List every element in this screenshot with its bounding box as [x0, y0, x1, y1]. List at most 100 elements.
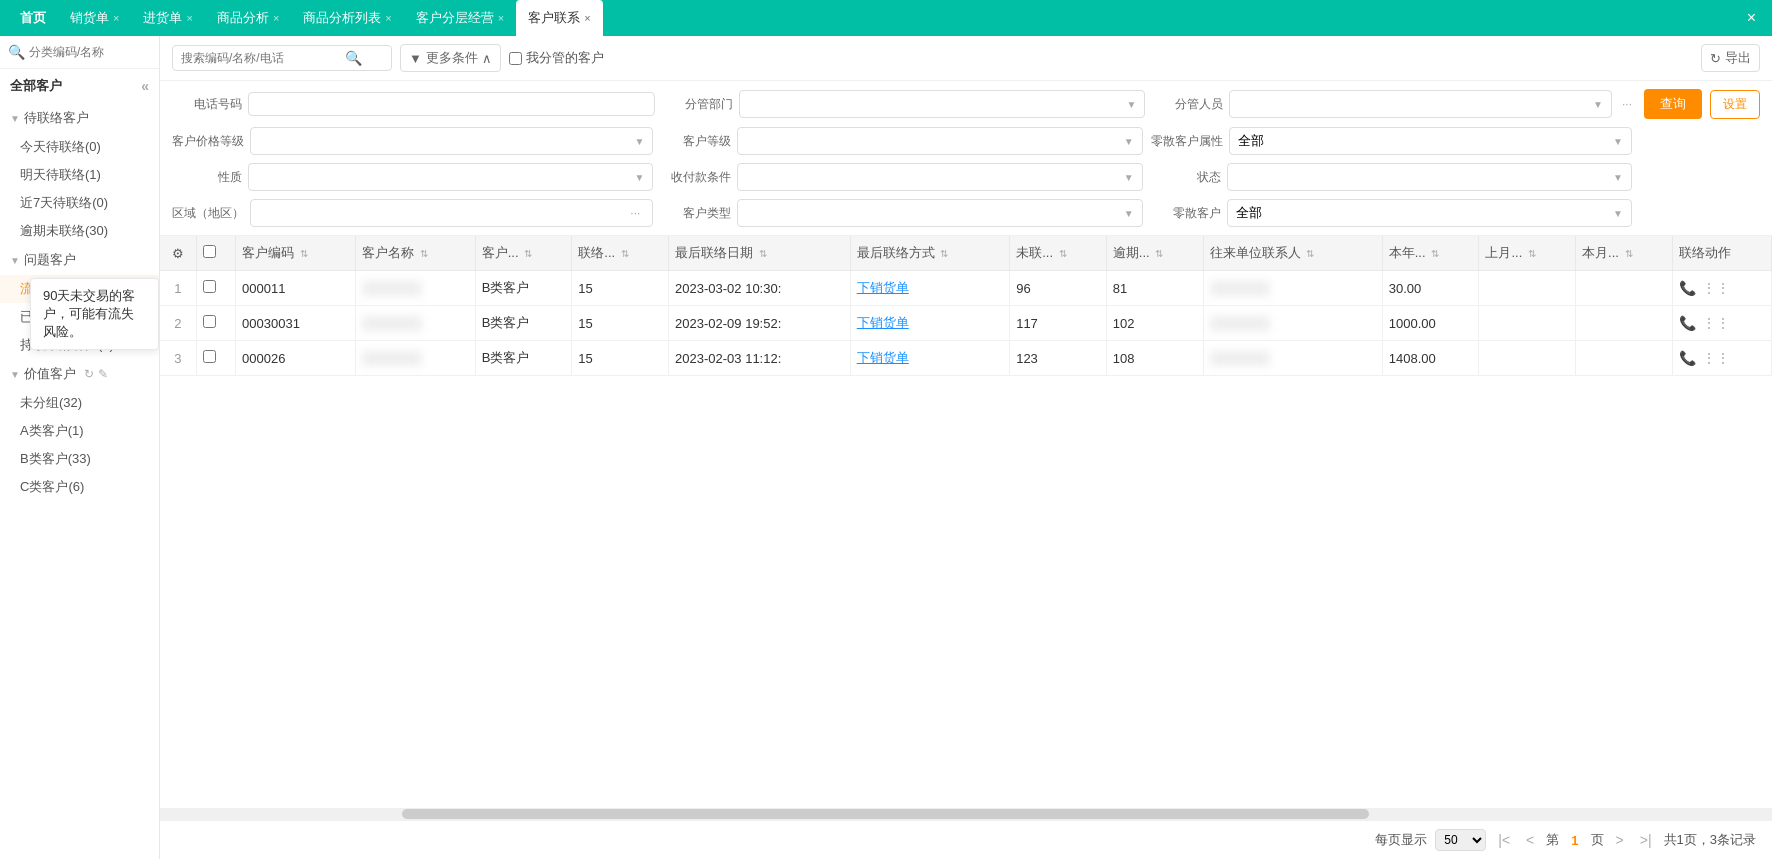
tab-purchase-order[interactable]: 进货单 ×	[131, 0, 204, 36]
col-this-month-sort[interactable]: ⇅	[1625, 248, 1633, 259]
sidebar-collapse-btn[interactable]: «	[141, 78, 149, 94]
filter-phone-input[interactable]	[248, 92, 655, 116]
sidebar-item-today-contact[interactable]: 今天待联络(0)	[0, 133, 159, 161]
sidebar-item-ungroup[interactable]: 未分组(32)	[0, 389, 159, 417]
sidebar-item-c-class[interactable]: C类客户(6)	[0, 473, 159, 501]
tab-home[interactable]: 首页	[8, 0, 58, 36]
filter-retail-customer-select[interactable]: 全部 ▼	[1227, 199, 1632, 227]
per-page-select[interactable]: 50 100 200	[1435, 829, 1486, 851]
col-code-header[interactable]: 客户编码 ⇅	[236, 236, 356, 271]
select-all-checkbox[interactable]	[203, 245, 216, 258]
sidebar-item-overdue-contact[interactable]: 逾期未联络(30)	[0, 217, 159, 245]
sidebar-item-a-class[interactable]: A类客户(1)	[0, 417, 159, 445]
column-settings-btn[interactable]: ⚙	[160, 236, 196, 271]
col-last-method-sort[interactable]: ⇅	[940, 248, 948, 259]
query-button[interactable]: 查询	[1644, 89, 1702, 119]
col-year-sort[interactable]: ⇅	[1431, 248, 1439, 259]
first-page-btn[interactable]: |<	[1494, 832, 1514, 848]
action-contact-icon-2[interactable]: 📞	[1679, 350, 1696, 366]
tab-customer-tier-close[interactable]: ×	[498, 12, 504, 24]
filter-payment-select[interactable]: ▼	[737, 163, 1142, 191]
row-checkbox-2[interactable]	[203, 350, 216, 363]
action-contact-icon-1[interactable]: 📞	[1679, 315, 1696, 331]
col-last-date-sort[interactable]: ⇅	[759, 248, 767, 259]
filter-region-more[interactable]: ···	[626, 206, 644, 220]
col-code-sort[interactable]: ⇅	[300, 248, 308, 259]
tab-product-analysis-close[interactable]: ×	[273, 12, 279, 24]
col-last-date-header[interactable]: 最后联络日期 ⇅	[669, 236, 851, 271]
filter-manager-select[interactable]: ▼	[1229, 90, 1612, 118]
cell-checkbox-0[interactable]	[196, 271, 236, 306]
col-checkbox-header[interactable]	[196, 236, 236, 271]
col-contact-header[interactable]: 联络... ⇅	[572, 236, 669, 271]
col-last-method-header[interactable]: 最后联络方式 ⇅	[850, 236, 1009, 271]
col-last-month-sort[interactable]: ⇅	[1528, 248, 1536, 259]
tab-product-analysis-list[interactable]: 商品分析列表 ×	[291, 0, 403, 36]
tab-product-list-close[interactable]: ×	[385, 12, 391, 24]
my-customers-filter[interactable]: 我分管的客户	[509, 49, 604, 67]
filter-retail-attr-select[interactable]: 全部 ▼	[1229, 127, 1632, 155]
cell-checkbox-1[interactable]	[196, 306, 236, 341]
sidebar-all-customers-header[interactable]: 全部客户 «	[0, 69, 159, 103]
action-more-icon-1[interactable]: ⋮⋮	[1702, 315, 1730, 331]
refresh-icon[interactable]: ↻	[84, 367, 94, 381]
scrollbar-thumb[interactable]	[402, 809, 1369, 819]
sidebar-group-value-customers[interactable]: ▼ 价值客户 ↻ ✎	[0, 359, 159, 389]
col-this-month-header[interactable]: 本月... ⇅	[1576, 236, 1673, 271]
tab-customer-contact-close[interactable]: ×	[584, 12, 590, 24]
tab-sales-order[interactable]: 销货单 ×	[58, 0, 131, 36]
cell-last-method-1[interactable]: 下销货单	[850, 306, 1009, 341]
col-name-sort[interactable]: ⇅	[420, 248, 428, 259]
tab-customer-tier[interactable]: 客户分层经营 ×	[404, 0, 516, 36]
tab-purchase-close[interactable]: ×	[186, 12, 192, 24]
row-checkbox-1[interactable]	[203, 315, 216, 328]
edit-icon[interactable]: ✎	[98, 367, 108, 381]
setting-button[interactable]: 设置	[1710, 90, 1760, 119]
col-this-year-header[interactable]: 本年... ⇅	[1382, 236, 1479, 271]
filter-region-select[interactable]: ···	[250, 199, 653, 227]
col-not-contacted-sort[interactable]: ⇅	[1059, 248, 1067, 259]
col-company-contact-header[interactable]: 往来单位联系人 ⇅	[1203, 236, 1382, 271]
window-close-button[interactable]: ×	[1739, 9, 1764, 27]
tab-customer-contact[interactable]: 客户联系 ×	[516, 0, 602, 36]
sidebar-search-input[interactable]	[29, 45, 160, 59]
export-button[interactable]: ↻ 导出	[1701, 44, 1760, 72]
col-contact-sort[interactable]: ⇅	[621, 248, 629, 259]
col-not-contacted-header[interactable]: 未联... ⇅	[1010, 236, 1107, 271]
filter-nature-select[interactable]: ▼	[248, 163, 653, 191]
sidebar-item-tomorrow-contact[interactable]: 明天待联络(1)	[0, 161, 159, 189]
more-filter-button[interactable]: ▼ 更多条件 ∧	[400, 44, 501, 72]
action-contact-icon-0[interactable]: 📞	[1679, 280, 1696, 296]
col-overdue-header[interactable]: 逾期... ⇅	[1106, 236, 1203, 271]
next-page-btn[interactable]: >	[1612, 832, 1628, 848]
action-more-icon-2[interactable]: ⋮⋮	[1702, 350, 1730, 366]
tab-product-analysis[interactable]: 商品分析 ×	[205, 0, 291, 36]
my-customers-checkbox[interactable]	[509, 52, 522, 65]
filter-customer-type-select[interactable]: ▼	[737, 199, 1142, 227]
col-last-month-header[interactable]: 上月... ⇅	[1479, 236, 1576, 271]
row-checkbox-0[interactable]	[203, 280, 216, 293]
sidebar-item-b-class[interactable]: B类客户(33)	[0, 445, 159, 473]
col-type-sort[interactable]: ⇅	[524, 248, 532, 259]
col-name-header[interactable]: 客户名称 ⇅	[355, 236, 475, 271]
tab-sales-close[interactable]: ×	[113, 12, 119, 24]
filter-price-level-select[interactable]: ▼	[250, 127, 653, 155]
sidebar-item-7days-contact[interactable]: 近7天待联络(0)	[0, 189, 159, 217]
sidebar-group-problem-customers[interactable]: ▼ 问题客户	[0, 245, 159, 275]
col-company-sort[interactable]: ⇅	[1306, 248, 1314, 259]
search-input[interactable]	[181, 51, 341, 65]
prev-page-btn[interactable]: <	[1522, 832, 1538, 848]
cell-last-method-0[interactable]: 下销货单	[850, 271, 1009, 306]
col-type-header[interactable]: 客户... ⇅	[475, 236, 572, 271]
action-more-icon-0[interactable]: ⋮⋮	[1702, 280, 1730, 296]
last-page-btn[interactable]: >|	[1636, 832, 1656, 848]
col-overdue-sort[interactable]: ⇅	[1155, 248, 1163, 259]
cell-last-method-2[interactable]: 下销货单	[850, 341, 1009, 376]
sidebar-group-pending-contact[interactable]: ▼ 待联络客户	[0, 103, 159, 133]
table-horizontal-scrollbar[interactable]	[160, 808, 1772, 820]
search-button[interactable]: 🔍	[345, 50, 362, 66]
filter-manager-more[interactable]: ···	[1618, 97, 1636, 111]
filter-customer-level-select[interactable]: ▼	[737, 127, 1142, 155]
filter-dept-select[interactable]: ▼	[739, 90, 1146, 118]
filter-status-select[interactable]: ▼	[1227, 163, 1632, 191]
